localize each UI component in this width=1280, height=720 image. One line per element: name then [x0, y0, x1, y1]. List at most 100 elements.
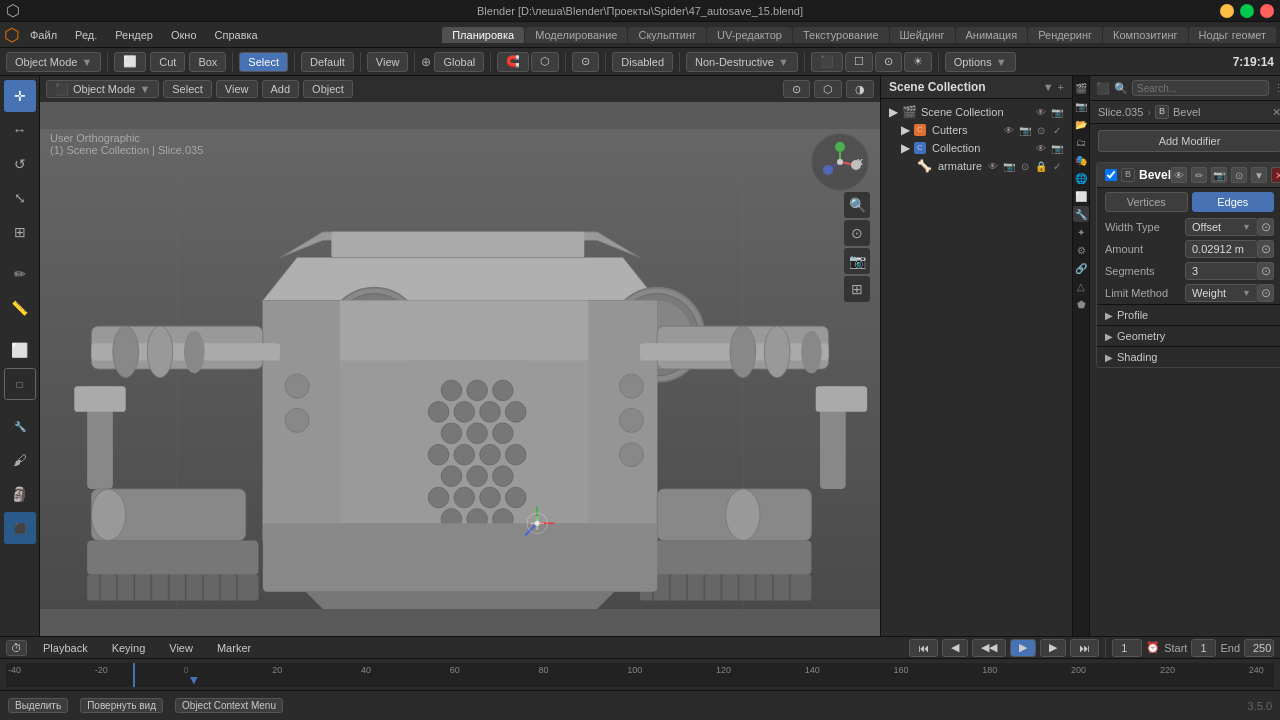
- menu-window[interactable]: Окно: [163, 27, 205, 43]
- breadcrumb-close-icon[interactable]: ✕: [1272, 106, 1280, 119]
- snap-align-btn[interactable]: ⬡: [531, 52, 559, 72]
- collection-armature[interactable]: 🦴 armature 👁 📷 ⊙ 🔒 ✓: [897, 157, 1068, 175]
- bevel-edit-btn[interactable]: ✏: [1191, 167, 1207, 183]
- breadcrumb-bevel[interactable]: Bevel: [1173, 106, 1201, 118]
- scene-data-icon[interactable]: 🎭: [1073, 152, 1089, 168]
- active-tool[interactable]: ⬛: [4, 512, 36, 544]
- collection-main[interactable]: ▶ C Collection 👁 📷: [897, 139, 1068, 157]
- view-layer-icon[interactable]: 🗂: [1073, 134, 1089, 150]
- box-select-tool[interactable]: □: [4, 368, 36, 400]
- marker-menu[interactable]: Marker: [209, 640, 259, 656]
- disabled-btn[interactable]: Disabled: [612, 52, 673, 72]
- current-frame-input[interactable]: 1: [1112, 639, 1142, 657]
- minimize-button[interactable]: [1220, 4, 1234, 18]
- collection-eye-icon[interactable]: 👁: [1034, 141, 1048, 155]
- collection-cutters[interactable]: ▶ C Cutters 👁 📷 ⊙ ✓: [897, 121, 1068, 139]
- vp-gizmo-btn[interactable]: ⬡: [814, 80, 842, 98]
- vp-view-btn[interactable]: View: [216, 80, 258, 98]
- amount-value[interactable]: 0.02912 m: [1185, 240, 1258, 258]
- vp-add-btn[interactable]: Add: [262, 80, 300, 98]
- view-menu[interactable]: View: [161, 640, 201, 656]
- eye-icon[interactable]: 👁: [1034, 105, 1048, 119]
- proportional-btn[interactable]: ⊙: [572, 52, 599, 72]
- bevel-realtime-btn[interactable]: ⊙: [1231, 167, 1247, 183]
- render-icon[interactable]: 📷: [1050, 105, 1064, 119]
- props-more-icon[interactable]: ⋮: [1273, 82, 1280, 95]
- playback-menu[interactable]: Playback: [35, 640, 96, 656]
- solid-mode-btn[interactable]: ⬛: [811, 52, 843, 72]
- snap-btn[interactable]: 🧲: [497, 52, 529, 72]
- vp-overlay-btn[interactable]: ⊙: [783, 80, 810, 98]
- transform-tool[interactable]: ⊞: [4, 216, 36, 248]
- armature-render-icon[interactable]: 📷: [1002, 159, 1016, 173]
- data-icon[interactable]: △: [1073, 278, 1089, 294]
- play-reverse-btn[interactable]: ◀◀: [972, 639, 1006, 657]
- prev-frame-btn[interactable]: ◀: [942, 639, 968, 657]
- render-mode-btn[interactable]: ☀: [904, 52, 932, 72]
- constraints-icon[interactable]: 🔗: [1073, 260, 1089, 276]
- menu-help[interactable]: Справка: [207, 27, 266, 43]
- tab-modeling[interactable]: Моделирование: [525, 27, 627, 43]
- cut-btn[interactable]: Cut: [150, 52, 185, 72]
- bevel-menu-btn[interactable]: ▼: [1251, 167, 1267, 183]
- start-frame-input[interactable]: 1: [1191, 639, 1216, 657]
- select-btn[interactable]: Select: [239, 52, 288, 72]
- armature-lock-icon[interactable]: 🔒: [1034, 159, 1048, 173]
- viewport-scene[interactable]: User Orthographic (1) Scene Collection |…: [40, 102, 880, 636]
- viewport-3d[interactable]: ⬛ Object Mode ▼ Select View Add Object ⊙…: [40, 76, 880, 636]
- output-props-icon[interactable]: 📂: [1073, 116, 1089, 132]
- armature-select-icon[interactable]: ⊙: [1018, 159, 1032, 173]
- default-btn[interactable]: Default: [301, 52, 354, 72]
- material-icon[interactable]: ⬟: [1073, 296, 1089, 312]
- vp-object-btn[interactable]: Object: [303, 80, 353, 98]
- timeline-header-btn[interactable]: ⏱: [6, 640, 27, 656]
- bevel-enable-checkbox[interactable]: [1105, 169, 1117, 181]
- paint-tool[interactable]: 🖌: [4, 444, 36, 476]
- material-mode-btn[interactable]: ⊙: [875, 52, 902, 72]
- tab-uv[interactable]: UV-редактор: [707, 27, 792, 43]
- tab-texture[interactable]: Текстурование: [793, 27, 889, 43]
- navigation-gizmo[interactable]: Y X: [810, 132, 870, 192]
- vp-select-btn[interactable]: Select: [163, 80, 212, 98]
- vp-shading-btn[interactable]: ◑: [846, 80, 874, 98]
- view-btn[interactable]: View: [367, 52, 409, 72]
- rotate-tool[interactable]: ↺: [4, 148, 36, 180]
- tab-geometry-nodes[interactable]: Нодьг геомет: [1189, 27, 1276, 43]
- tab-rendering[interactable]: Рендеринг: [1028, 27, 1102, 43]
- jump-start-btn[interactable]: ⏮: [909, 639, 938, 657]
- scene-props-icon[interactable]: 🎬: [1073, 80, 1089, 96]
- edit-tool[interactable]: 🔧: [4, 410, 36, 442]
- limit-method-value[interactable]: Weight ▼: [1185, 284, 1258, 302]
- object-icon[interactable]: ⬜: [1073, 188, 1089, 204]
- particles-icon[interactable]: ✦: [1073, 224, 1089, 240]
- viewport-options-btn[interactable]: ⬜: [114, 52, 146, 72]
- geometry-header[interactable]: ▶ Geometry: [1097, 326, 1280, 346]
- blender-icon[interactable]: ⬡: [4, 24, 20, 46]
- filter-icon[interactable]: ▼: [1043, 81, 1054, 93]
- vp-mode-btn[interactable]: ⬛ Object Mode ▼: [46, 80, 159, 98]
- menu-file[interactable]: Файл: [22, 27, 65, 43]
- camera-icon[interactable]: 📷: [844, 248, 870, 274]
- limit-method-plus[interactable]: ⊙: [1258, 284, 1274, 302]
- scale-tool[interactable]: ⤡: [4, 182, 36, 214]
- armature-v-icon[interactable]: ✓: [1050, 159, 1064, 173]
- measure-tool[interactable]: 📏: [4, 292, 36, 324]
- sculpt-tool[interactable]: 🗿: [4, 478, 36, 510]
- cursor-tool[interactable]: ✛: [4, 80, 36, 112]
- width-type-value[interactable]: Offset ▼: [1185, 218, 1258, 236]
- physics-icon[interactable]: ⚙: [1073, 242, 1089, 258]
- bevel-close-btn[interactable]: ✕: [1271, 167, 1280, 183]
- world-icon[interactable]: 🌐: [1073, 170, 1089, 186]
- tab-planировка[interactable]: Планировка: [442, 27, 524, 43]
- add-cube-tool[interactable]: ⬜: [4, 334, 36, 366]
- tab-shading[interactable]: Шейдинг: [890, 27, 955, 43]
- render-props-icon[interactable]: 📷: [1073, 98, 1089, 114]
- wireframe-mode-btn[interactable]: ☐: [845, 52, 873, 72]
- end-frame-input[interactable]: 250: [1244, 639, 1274, 657]
- cutters-eye-icon[interactable]: 👁: [1002, 123, 1016, 137]
- window-controls[interactable]: [1220, 4, 1274, 18]
- profile-header[interactable]: ▶ Profile: [1097, 305, 1280, 325]
- box-btn[interactable]: Box: [189, 52, 226, 72]
- global-btn[interactable]: Global: [434, 52, 484, 72]
- amount-plus[interactable]: ⊙: [1258, 240, 1274, 258]
